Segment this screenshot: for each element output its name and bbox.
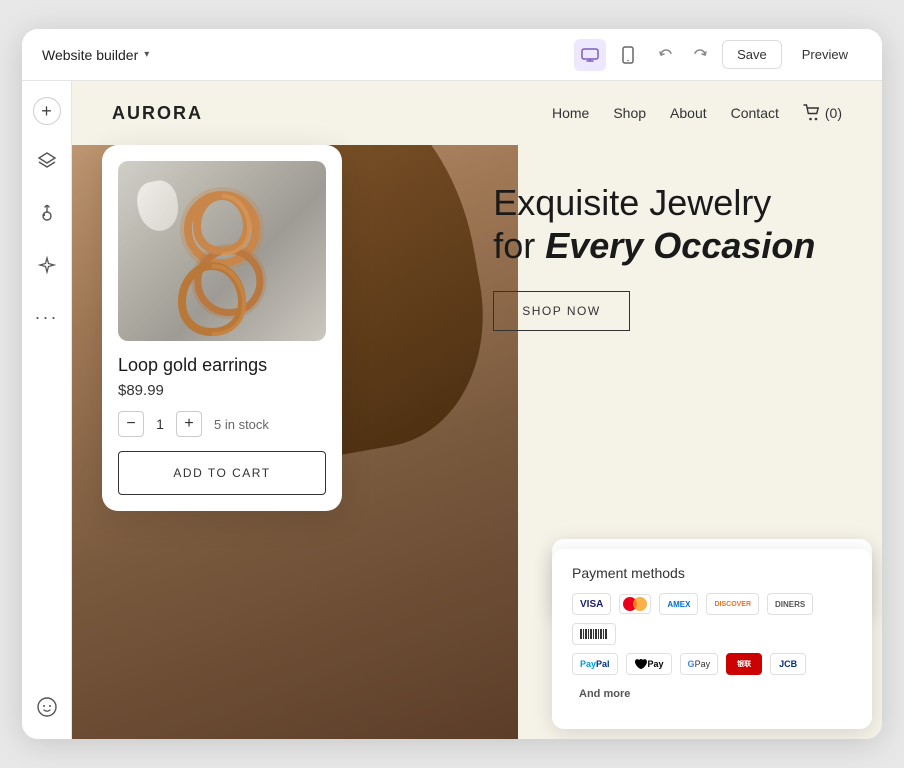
more-options-icon[interactable]: ··· [31, 301, 63, 333]
payment-title: Payment methods [572, 565, 852, 581]
quantity-decrease-button[interactable]: − [118, 411, 144, 437]
site-nav-links: Home Shop About Contact (0) [552, 104, 842, 122]
website-builder-button[interactable]: Website builder ▾ [42, 47, 149, 63]
shop-now-button[interactable]: SHOP NOW [493, 291, 629, 331]
diners-badge: DINERS [767, 593, 813, 615]
quantity-value: 1 [152, 416, 168, 432]
add-to-cart-button[interactable]: ADD TO CART [118, 451, 326, 495]
product-price: $89.99 [118, 382, 326, 399]
mobile-view-button[interactable] [612, 39, 644, 71]
redo-button[interactable] [684, 39, 716, 71]
product-name: Loop gold earrings [118, 355, 326, 376]
app-window: Website builder ▾ Save Preview [22, 29, 882, 739]
visa-badge: VISA [572, 593, 611, 615]
jcb-badge: JCB [770, 653, 806, 675]
preview-button[interactable]: Preview [788, 41, 862, 68]
undo-redo-group [650, 39, 716, 71]
top-bar-icons: Save Preview [574, 39, 862, 71]
main-area: + ··· AURORA Home Sh [22, 81, 882, 739]
undo-button[interactable] [650, 39, 682, 71]
chevron-down-icon: ▾ [144, 49, 149, 60]
hero-title: Exquisite Jewelry for Every Occasion [493, 181, 842, 267]
layers-icon[interactable] [31, 145, 63, 177]
payment-row-2: PayPal Pay GPay 银联 JCB And more [572, 653, 852, 705]
left-sidebar: + ··· [22, 81, 72, 739]
applepay-badge: Pay [626, 653, 672, 675]
boleto-badge [572, 623, 616, 645]
unionpay-badge: 银联 [726, 653, 762, 675]
site-logo: AURORA [112, 103, 203, 124]
website-builder-label: Website builder [42, 47, 138, 63]
nav-home[interactable]: Home [552, 105, 589, 121]
discover-badge: DISCOVER [706, 593, 759, 615]
payment-row-1: VISA AMEX DISCOVER DINERS [572, 593, 852, 645]
save-button[interactable]: Save [722, 40, 782, 69]
face-icon[interactable] [31, 691, 63, 723]
product-image [118, 161, 326, 341]
nav-about[interactable]: About [670, 105, 707, 121]
product-card: Loop gold earrings $89.99 − 1 + 5 in sto… [102, 145, 342, 511]
website-preview: AURORA Home Shop About Contact (0) Exqui… [72, 81, 882, 739]
design-icon[interactable] [31, 197, 63, 229]
googlepay-badge: GPay [680, 653, 719, 675]
top-bar: Website builder ▾ Save Preview [22, 29, 882, 81]
hero-title-italic: Every Occasion [545, 225, 815, 266]
and-more-badge: And more [572, 683, 637, 705]
desktop-view-button[interactable] [574, 39, 606, 71]
amex-badge: AMEX [659, 593, 698, 615]
sparkle-icon[interactable] [31, 249, 63, 281]
nav-contact[interactable]: Contact [731, 105, 779, 121]
paypal-badge: PayPal [572, 653, 618, 675]
site-nav: AURORA Home Shop About Contact (0) [72, 81, 882, 145]
stock-text: 5 in stock [214, 417, 269, 432]
nav-shop[interactable]: Shop [613, 105, 646, 121]
cart-icon[interactable]: (0) [803, 104, 842, 122]
add-element-button[interactable]: + [33, 97, 61, 125]
hero-text-block: Exquisite Jewelry for Every Occasion SHO… [473, 161, 862, 351]
cart-count: (0) [825, 105, 842, 121]
mastercard-badge [619, 594, 651, 614]
quantity-row: − 1 + 5 in stock [118, 411, 326, 437]
payment-card: Payment methods VISA AMEX DISCOVER DINER… [552, 549, 872, 729]
quantity-increase-button[interactable]: + [176, 411, 202, 437]
